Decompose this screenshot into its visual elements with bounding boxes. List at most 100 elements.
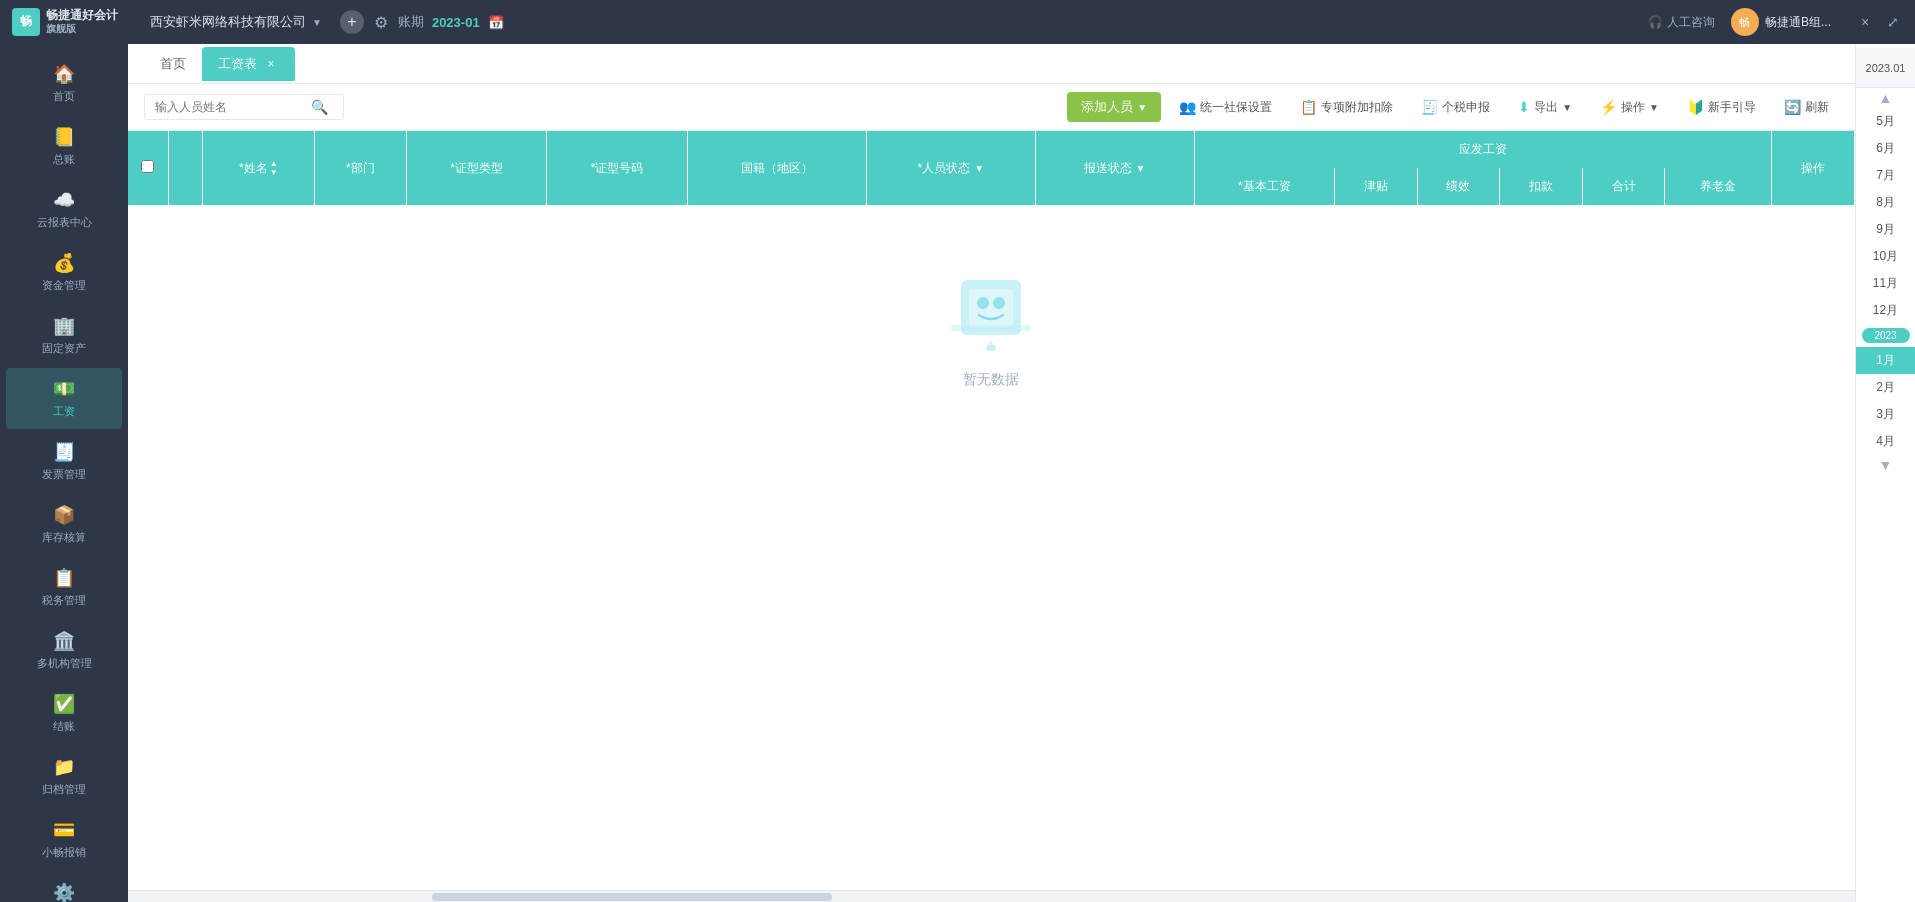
- add-company-button[interactable]: +: [340, 10, 364, 34]
- export-icon: ⬇: [1518, 99, 1530, 115]
- cal-month-10[interactable]: 10月: [1856, 243, 1915, 270]
- salary-table: *姓名 ▲▼ *部门 *证型类型: [128, 131, 1855, 449]
- company-selector[interactable]: 西安虾米网络科技有限公司 ▼: [142, 9, 330, 35]
- search-icon[interactable]: 🔍: [311, 99, 328, 115]
- sidebar-item-multi-org[interactable]: 🏛️ 多机构管理: [6, 620, 122, 681]
- tab-close-icon[interactable]: ×: [263, 56, 279, 72]
- period-value: 2023-01: [432, 15, 480, 30]
- calendar-up-button[interactable]: ▲: [1870, 88, 1902, 108]
- tab-salary[interactable]: 工资表 ×: [202, 47, 295, 81]
- operations-label: 操作: [1621, 99, 1645, 116]
- close-button[interactable]: ×: [1855, 12, 1875, 32]
- sidebar: 🏠 首页 📒 总账 ☁️ 云报表中心 💰 资金管理 🏢 固定资产 💵 工资 🧾 …: [0, 44, 128, 902]
- cal-month-6[interactable]: 6月: [1856, 135, 1915, 162]
- th-id-no: *证型号码: [547, 131, 687, 205]
- tab-home-label: 首页: [160, 55, 186, 73]
- cal-month-4[interactable]: 4月: [1856, 428, 1915, 455]
- th-pension: 养老金: [1665, 168, 1772, 205]
- expense-icon: 💳: [53, 819, 75, 841]
- table-container: *姓名 ▲▼ *部门 *证型类型: [128, 131, 1855, 890]
- salary-icon: 💵: [53, 378, 75, 400]
- social-security-label: 统一社保设置: [1200, 99, 1272, 116]
- th-status[interactable]: *人员状态 ▼: [867, 131, 1035, 205]
- add-person-button[interactable]: 添加人员 ▼: [1067, 92, 1161, 122]
- th-total: 合计: [1582, 168, 1665, 205]
- checkbox-header[interactable]: [128, 131, 168, 205]
- sidebar-item-invoice[interactable]: 🧾 发票管理: [6, 431, 122, 492]
- sidebar-item-salary[interactable]: 💵 工资: [6, 368, 122, 429]
- add-person-label: 添加人员: [1081, 98, 1133, 116]
- calendar-down-button[interactable]: ▼: [1870, 455, 1902, 475]
- gear-icon[interactable]: ⚙: [374, 13, 388, 32]
- top-right-area: 🎧 人工咨询 畅 畅捷通B组... × ⤢: [1648, 8, 1903, 36]
- tab-home[interactable]: 首页: [144, 47, 202, 81]
- sidebar-item-inventory[interactable]: 📦 库存核算: [6, 494, 122, 555]
- guide-button[interactable]: 🔰 新手引导: [1677, 93, 1766, 122]
- search-input[interactable]: [155, 100, 305, 114]
- calendar-header: 2023.01: [1856, 48, 1915, 88]
- th-deduction: 扣款: [1500, 168, 1583, 205]
- sidebar-label-multi-org: 多机构管理: [37, 656, 92, 671]
- sidebar-item-ledger[interactable]: 📒 总账: [6, 116, 122, 177]
- svg-point-3: [993, 297, 1005, 309]
- cal-month-1-active[interactable]: 1月: [1856, 347, 1915, 374]
- sidebar-item-tax[interactable]: 📋 税务管理: [6, 557, 122, 618]
- support-button[interactable]: 🎧 人工咨询: [1648, 14, 1715, 31]
- content-area: 首页 工资表 × 🔍 添加人员 ▼ 👥 统一社保设置: [128, 44, 1855, 902]
- report-status-filter-icon: ▼: [1136, 163, 1146, 174]
- sidebar-label-salary: 工资: [53, 404, 75, 419]
- cal-month-9[interactable]: 9月: [1856, 216, 1915, 243]
- sidebar-item-expense[interactable]: 💳 小畅报销: [6, 809, 122, 870]
- empty-icon: [941, 265, 1041, 355]
- calendar-icon[interactable]: 📅: [488, 15, 504, 30]
- cal-month-2[interactable]: 2月: [1856, 374, 1915, 401]
- th-operations: 操作: [1772, 131, 1855, 205]
- sidebar-item-home[interactable]: 🏠 首页: [6, 53, 122, 114]
- sidebar-label-archive: 归档管理: [42, 782, 86, 797]
- special-deduction-button[interactable]: 📋 专项附加扣除: [1290, 93, 1403, 122]
- fixed-assets-icon: 🏢: [53, 315, 75, 337]
- archive-icon: 📁: [53, 756, 75, 778]
- cal-month-8[interactable]: 8月: [1856, 189, 1915, 216]
- fund-icon: 💰: [53, 252, 75, 274]
- period-label: 账期: [398, 13, 424, 31]
- cal-month-7[interactable]: 7月: [1856, 162, 1915, 189]
- user-area[interactable]: 畅 畅捷通B组...: [1731, 8, 1831, 36]
- app-version: 旗舰版: [46, 22, 118, 36]
- scroll-thumb[interactable]: [432, 893, 832, 901]
- operations-button[interactable]: ⚡ 操作 ▼: [1590, 93, 1669, 122]
- refresh-button[interactable]: 🔄 刷新: [1774, 93, 1839, 122]
- social-security-button[interactable]: 👥 统一社保设置: [1169, 93, 1282, 122]
- sidebar-item-fund[interactable]: 💰 资金管理: [6, 242, 122, 303]
- headset-icon: 🎧: [1648, 15, 1663, 29]
- sidebar-label-invoice: 发票管理: [42, 467, 86, 482]
- th-name[interactable]: *姓名 ▲▼: [202, 131, 314, 205]
- sidebar-item-settlement[interactable]: ✅ 结账: [6, 683, 122, 744]
- cal-month-5[interactable]: 5月: [1856, 108, 1915, 135]
- toolbar: 🔍 添加人员 ▼ 👥 统一社保设置 📋 专项附加扣除 🧾 个税申报: [128, 84, 1855, 131]
- cal-month-12[interactable]: 12月: [1856, 297, 1915, 324]
- sidebar-item-fixed-assets[interactable]: 🏢 固定资产: [6, 305, 122, 366]
- th-report-status[interactable]: 报送状态 ▼: [1035, 131, 1194, 205]
- operations-icon: ⚡: [1600, 99, 1617, 115]
- personal-tax-label: 个税申报: [1442, 99, 1490, 116]
- select-all-checkbox[interactable]: [141, 160, 154, 173]
- personal-tax-button[interactable]: 🧾 个税申报: [1411, 93, 1500, 122]
- calendar-panel: 2023.01 ▲ 5月 6月 7月 8月 9月 10月 11月 12月 202…: [1855, 44, 1915, 902]
- th-base-salary: *基本工资: [1194, 168, 1334, 205]
- scroll-track[interactable]: [128, 890, 1855, 902]
- app-name: 畅捷通好会计: [46, 8, 118, 22]
- sidebar-item-settings[interactable]: ⚙️ 基础设置: [6, 872, 122, 902]
- th-department: *部门: [314, 131, 406, 205]
- maximize-button[interactable]: ⤢: [1883, 12, 1903, 32]
- user-name: 畅捷通B组...: [1765, 14, 1831, 31]
- svg-point-2: [977, 297, 989, 309]
- sidebar-label-expense: 小畅报销: [42, 845, 86, 860]
- status-filter-icon: ▼: [974, 163, 984, 174]
- sidebar-item-cloud-report[interactable]: ☁️ 云报表中心: [6, 179, 122, 240]
- cal-month-3[interactable]: 3月: [1856, 401, 1915, 428]
- empty-state: 暂无数据: [128, 205, 1855, 449]
- export-button[interactable]: ⬇ 导出 ▼: [1508, 93, 1582, 122]
- sidebar-item-archive[interactable]: 📁 归档管理: [6, 746, 122, 807]
- cal-month-11[interactable]: 11月: [1856, 270, 1915, 297]
